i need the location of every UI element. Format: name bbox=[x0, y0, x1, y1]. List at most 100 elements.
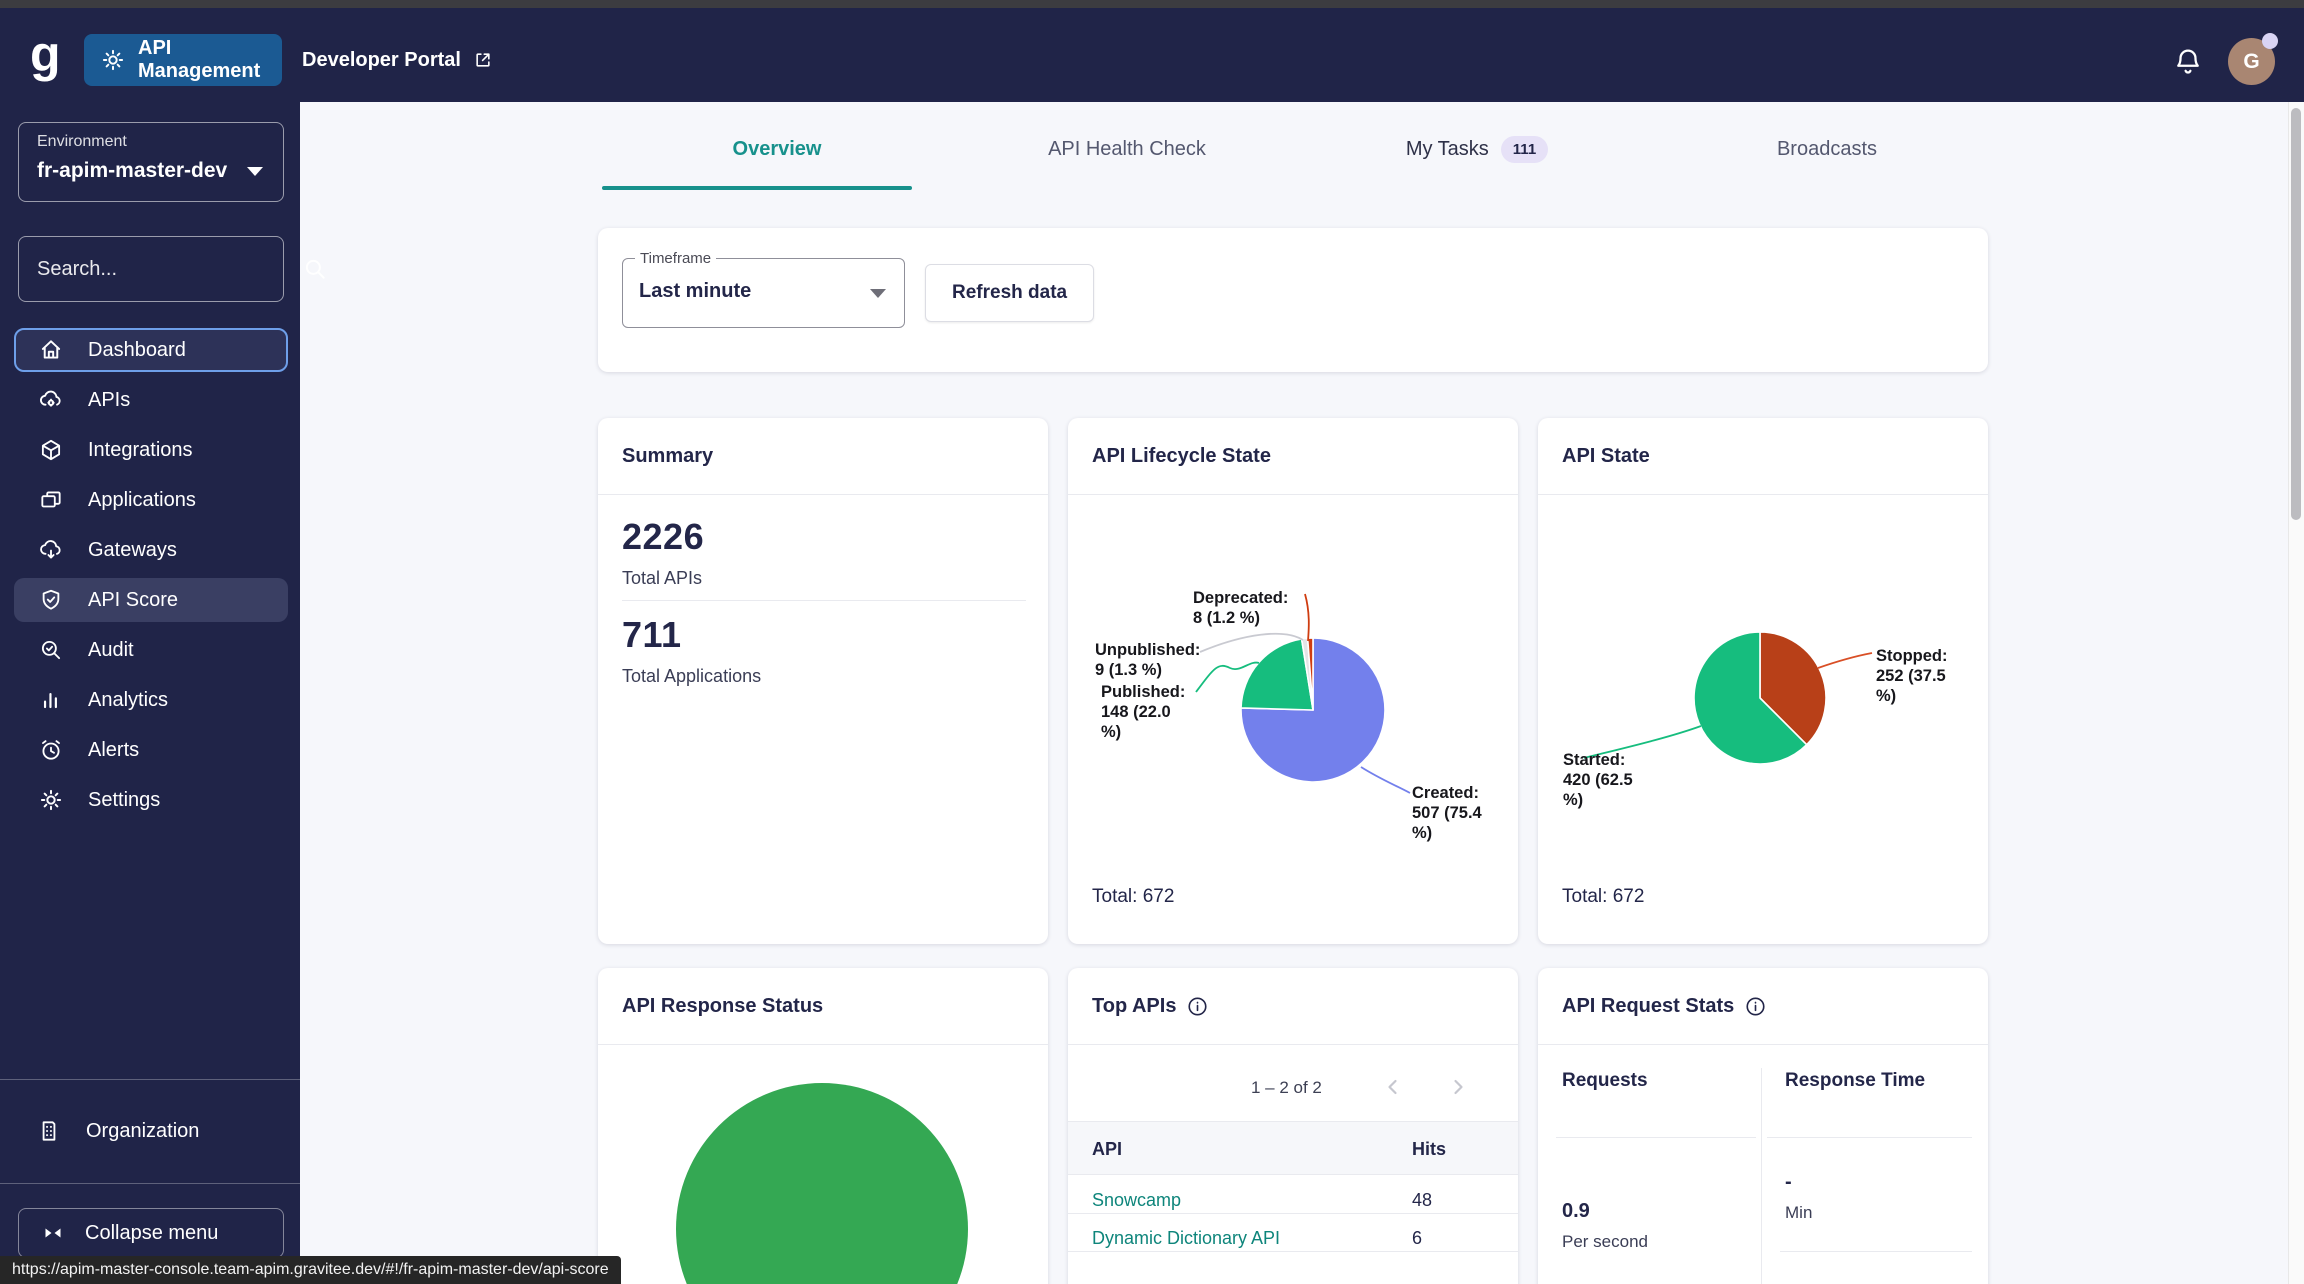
column-hits: Hits bbox=[1412, 1139, 1446, 1160]
window-chrome-strip bbox=[0, 0, 2304, 8]
notifications-bell-icon[interactable] bbox=[2172, 46, 2204, 78]
developer-portal-link[interactable]: Developer Portal bbox=[302, 34, 493, 86]
environment-selector[interactable]: Environment fr-apim-master-dev bbox=[18, 122, 284, 202]
tab-my-tasks[interactable]: My Tasks 111 bbox=[1302, 108, 1652, 190]
sidebar-item-label: Audit bbox=[88, 639, 134, 662]
search-check-icon bbox=[38, 637, 64, 663]
scrollbar-track[interactable] bbox=[2288, 102, 2304, 1284]
pagination-range: 1 – 2 of 2 bbox=[1251, 1078, 1322, 1098]
pie-label-published: Published: 148 (22.0 %) bbox=[1101, 682, 1185, 742]
sidebar: Environment fr-apim-master-dev Dashboard bbox=[0, 102, 300, 1284]
api-state-card: API State Stopped: 252 (37.5 %) Started:… bbox=[1538, 418, 1988, 944]
tab-label: API Health Check bbox=[1048, 138, 1206, 161]
divider bbox=[1767, 1137, 1972, 1138]
pie-label-created: Created: 507 (75.4 %) bbox=[1412, 783, 1482, 843]
home-icon bbox=[38, 337, 64, 363]
collapse-menu-label: Collapse menu bbox=[85, 1222, 218, 1245]
card-title: API Lifecycle State bbox=[1092, 445, 1271, 468]
package-icon bbox=[38, 437, 64, 463]
divider bbox=[1538, 494, 1988, 495]
sidebar-item-applications[interactable]: Applications bbox=[14, 478, 288, 522]
alarm-clock-icon bbox=[38, 737, 64, 763]
dashboard-tabs: Overview API Health Check My Tasks 111 B… bbox=[602, 108, 2002, 190]
leader-line-deprecated bbox=[1305, 594, 1309, 641]
timeframe-toolbar-card: Timeframe Last minute Refresh data bbox=[598, 228, 1988, 372]
collapse-menu-button[interactable]: Collapse menu bbox=[18, 1208, 284, 1258]
tab-api-health-check[interactable]: API Health Check bbox=[952, 108, 1302, 190]
api-request-stats-card: API Request Stats Requests Response Time… bbox=[1538, 968, 1988, 1284]
leader-line-stopped bbox=[1818, 653, 1872, 668]
sidebar-item-organization[interactable]: Organization bbox=[14, 1109, 288, 1153]
response-time-min-value: - bbox=[1785, 1171, 1792, 1194]
api-management-label: API Management bbox=[138, 37, 282, 83]
tab-overview[interactable]: Overview bbox=[602, 108, 952, 190]
api-management-button[interactable]: API Management bbox=[84, 34, 282, 86]
chevron-down-icon bbox=[870, 289, 886, 298]
search-input[interactable] bbox=[19, 258, 302, 281]
timeframe-label: Timeframe bbox=[635, 250, 716, 267]
tab-broadcasts[interactable]: Broadcasts bbox=[1652, 108, 2002, 190]
card-title: Top APIs bbox=[1092, 995, 1176, 1018]
sidebar-item-api-score[interactable]: API Score bbox=[14, 578, 288, 622]
sidebar-item-audit[interactable]: Audit bbox=[14, 628, 288, 672]
divider bbox=[1068, 494, 1518, 495]
api-lifecycle-pie-chart bbox=[1068, 418, 1518, 944]
developer-portal-label: Developer Portal bbox=[302, 49, 461, 72]
pie-label-unpublished: Unpublished: 9 (1.3 %) bbox=[1095, 640, 1200, 680]
sidebar-item-label: Gateways bbox=[88, 539, 177, 562]
leader-line-unpublished bbox=[1200, 634, 1303, 652]
total-apis-label: Total APIs bbox=[622, 568, 702, 589]
link-preview-url: https://apim-master-console.team-apim.gr… bbox=[12, 1261, 609, 1279]
active-tab-underline bbox=[602, 186, 912, 190]
collapse-icon bbox=[41, 1221, 65, 1245]
requests-per-second-value: 0.9 bbox=[1562, 1200, 1590, 1223]
avatar-initial: G bbox=[2243, 50, 2259, 74]
info-icon[interactable] bbox=[1744, 995, 1767, 1018]
sidebar-item-label: APIs bbox=[88, 389, 130, 412]
gear-icon bbox=[38, 787, 64, 813]
requests-per-second-unit: Per second bbox=[1562, 1232, 1648, 1252]
chevron-down-icon bbox=[247, 167, 263, 176]
link-preview-statusbar: https://apim-master-console.team-apim.gr… bbox=[0, 1256, 621, 1284]
api-lifecycle-state-card: API Lifecycle State Deprecated: 8 (1.2 %… bbox=[1068, 418, 1518, 944]
sidebar-item-alerts[interactable]: Alerts bbox=[14, 728, 288, 772]
pie-label-deprecated: Deprecated: 8 (1.2 %) bbox=[1193, 588, 1288, 628]
table-header-row: API Hits bbox=[1068, 1121, 1518, 1175]
shield-check-icon bbox=[38, 587, 64, 613]
chart-total: Total: 672 bbox=[1562, 886, 1644, 908]
top-apis-card: Top APIs 1 – 2 of 2 API Hits Snowcamp 48… bbox=[1068, 968, 1518, 1284]
sidebar-item-analytics[interactable]: Analytics bbox=[14, 678, 288, 722]
sidebar-item-integrations[interactable]: Integrations bbox=[14, 428, 288, 472]
timeframe-select[interactable]: Timeframe Last minute bbox=[622, 258, 905, 328]
building-icon bbox=[36, 1118, 62, 1144]
refresh-data-button[interactable]: Refresh data bbox=[925, 264, 1094, 322]
sidebar-divider bbox=[0, 1079, 300, 1080]
sidebar-item-dashboard[interactable]: Dashboard bbox=[14, 328, 288, 372]
bar-chart-icon bbox=[38, 687, 64, 713]
divider bbox=[1538, 1044, 1988, 1045]
api-response-status-card: API Response Status bbox=[598, 968, 1048, 1284]
organization-label: Organization bbox=[86, 1120, 199, 1143]
chevron-left-icon[interactable] bbox=[1381, 1075, 1405, 1099]
scrollbar-thumb[interactable] bbox=[2291, 108, 2301, 520]
avatar-status-dot bbox=[2262, 33, 2278, 49]
api-link[interactable]: Dynamic Dictionary API bbox=[1092, 1228, 1280, 1249]
card-title: Summary bbox=[622, 445, 713, 468]
sidebar-item-label: Integrations bbox=[88, 439, 193, 462]
sidebar-menu: Dashboard APIs Integrations Applicat bbox=[14, 328, 288, 828]
summary-card: Summary 2226 Total APIs 711 Total Applic… bbox=[598, 418, 1048, 944]
chevron-right-icon[interactable] bbox=[1446, 1075, 1470, 1099]
top-bar: g API Management Developer Portal G bbox=[0, 8, 2304, 102]
card-title: API State bbox=[1562, 445, 1650, 468]
info-icon[interactable] bbox=[1186, 995, 1209, 1018]
total-applications-label: Total Applications bbox=[622, 666, 761, 687]
sidebar-item-gateways[interactable]: Gateways bbox=[14, 528, 288, 572]
divider bbox=[598, 1044, 1048, 1045]
tab-label: Overview bbox=[733, 138, 822, 161]
sidebar-item-apis[interactable]: APIs bbox=[14, 378, 288, 422]
tab-label: My Tasks bbox=[1406, 138, 1489, 161]
card-title: API Request Stats bbox=[1562, 995, 1734, 1018]
api-link[interactable]: Snowcamp bbox=[1092, 1190, 1181, 1211]
pie-label-stopped: Stopped: 252 (37.5 %) bbox=[1876, 646, 1948, 706]
sidebar-item-settings[interactable]: Settings bbox=[14, 778, 288, 822]
